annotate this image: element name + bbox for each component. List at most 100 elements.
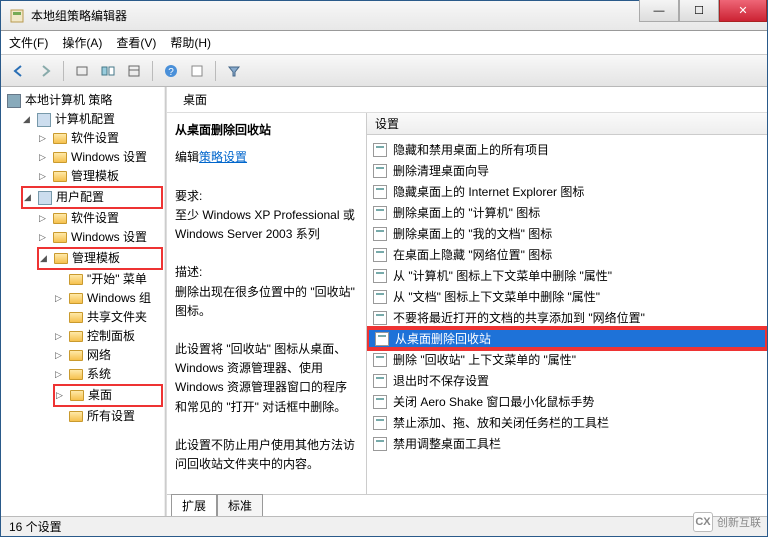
status-bar: 16 个设置: [1, 516, 767, 536]
tree-admin-templates-2[interactable]: ◢管理模板: [37, 247, 163, 270]
setting-item[interactable]: 删除清理桌面向导: [367, 160, 767, 181]
requirements-text: 至少 Windows XP Professional 或 Windows Ser…: [175, 206, 358, 244]
tree-windows-settings[interactable]: ▷Windows 设置: [37, 148, 163, 167]
folder-icon: [69, 350, 83, 361]
expand-icon: ▷: [39, 209, 49, 228]
setting-label: 不要将最近打开的文档的共享添加到 "网络位置": [393, 309, 645, 326]
description-text-2: 此设置将 "回收站" 图标从桌面、Windows 资源管理器、使用 Window…: [175, 340, 358, 417]
setting-item[interactable]: 从桌面删除回收站: [367, 328, 767, 349]
setting-item[interactable]: 不要将最近打开的文档的共享添加到 "网络位置": [367, 307, 767, 328]
description-pane: 从桌面删除回收站 编辑策略设置 要求: 至少 Windows XP Profes…: [167, 113, 367, 494]
setting-icon: [373, 416, 387, 430]
folder-icon: [69, 293, 83, 304]
folder-icon: [69, 369, 83, 380]
tree-control-panel[interactable]: ▷控制面板: [53, 327, 163, 346]
label: 所有设置: [87, 407, 135, 426]
expand-icon: ◢: [24, 188, 34, 207]
label: Windows 设置: [71, 228, 147, 247]
tree-system[interactable]: ▷系统: [53, 365, 163, 384]
tree-windows-group[interactable]: ▷Windows 组: [53, 289, 163, 308]
menu-view[interactable]: 查看(V): [116, 34, 156, 51]
tree-all-settings[interactable]: 所有设置: [53, 407, 163, 426]
setting-item[interactable]: 从 "计算机" 图标上下文菜单中删除 "属性": [367, 265, 767, 286]
tree-computer-config[interactable]: ◢计算机配置: [21, 110, 163, 129]
status-text: 16 个设置: [9, 518, 62, 535]
requirements-label: 要求:: [175, 187, 358, 206]
tree-desktop[interactable]: ▷桌面: [53, 384, 163, 407]
folder-icon: [53, 171, 67, 182]
tree-admin-templates[interactable]: ▷ 管理模板: [37, 167, 163, 186]
tree-shared-folders[interactable]: 共享文件夹: [53, 308, 163, 327]
folder-icon: [69, 312, 83, 323]
folder-icon: [53, 152, 67, 163]
tree-software-settings-2[interactable]: ▷软件设置: [37, 209, 163, 228]
setting-item[interactable]: 禁止添加、拖、放和关闭任务栏的工具栏: [367, 412, 767, 433]
edit-policy-link[interactable]: 策略设置: [199, 150, 247, 164]
watermark-logo: CX: [693, 512, 713, 532]
setting-item[interactable]: 禁用调整桌面工具栏: [367, 433, 767, 454]
expand-icon: ▷: [55, 346, 65, 365]
setting-label: 从 "文档" 图标上下文菜单中删除 "属性": [393, 288, 600, 305]
setting-item[interactable]: 隐藏和禁用桌面上的所有项目: [367, 139, 767, 160]
forward-button[interactable]: [33, 59, 57, 83]
label: 软件设置: [71, 129, 119, 148]
setting-item[interactable]: 删除桌面上的 "计算机" 图标: [367, 202, 767, 223]
tree-software-settings[interactable]: ▷ 软件设置: [37, 129, 163, 148]
settings-column-header[interactable]: 设置: [367, 113, 767, 135]
setting-icon: [373, 269, 387, 283]
svg-text:?: ?: [168, 67, 174, 78]
setting-item[interactable]: 从 "文档" 图标上下文菜单中删除 "属性": [367, 286, 767, 307]
close-button[interactable]: ✕: [719, 0, 767, 22]
setting-item[interactable]: 隐藏桌面上的 Internet Explorer 图标: [367, 181, 767, 202]
label: 管理模板: [71, 167, 119, 186]
toolbar-icon-3[interactable]: [122, 59, 146, 83]
tree-start-menu[interactable]: "开始" 菜单: [53, 270, 163, 289]
toolbar-icon-4[interactable]: [185, 59, 209, 83]
expand-icon: ▷: [39, 167, 49, 186]
setting-icon: [373, 227, 387, 241]
tree-user-config[interactable]: ◢用户配置: [21, 186, 163, 209]
tree-windows-settings-2[interactable]: ▷Windows 设置: [37, 228, 163, 247]
expand-icon: ▷: [55, 327, 65, 346]
folder-icon: [53, 133, 67, 144]
back-button[interactable]: [7, 59, 31, 83]
tree-root[interactable]: 本地计算机 策略: [5, 91, 163, 110]
header-label: 桌面: [183, 91, 207, 108]
maximize-button[interactable]: ☐: [679, 0, 719, 22]
menu-help[interactable]: 帮助(H): [170, 34, 211, 51]
expand-icon: ▷: [39, 129, 49, 148]
folder-icon: [53, 232, 67, 243]
app-icon: [9, 8, 25, 24]
toolbar-icon-2[interactable]: [96, 59, 120, 83]
setting-icon: [373, 395, 387, 409]
expand-icon: ◢: [23, 110, 33, 129]
folder-icon: [69, 331, 83, 342]
filter-icon[interactable]: [222, 59, 246, 83]
description-text-3: 此设置不防止用户使用其他方法访问回收站文件夹中的内容。: [175, 436, 358, 474]
setting-icon: [373, 206, 387, 220]
separator: [63, 61, 64, 81]
setting-item[interactable]: 删除 "回收站" 上下文菜单的 "属性": [367, 349, 767, 370]
minimize-button[interactable]: —: [639, 0, 679, 22]
menu-action[interactable]: 操作(A): [62, 34, 102, 51]
description-label: 描述:: [175, 263, 358, 282]
right-header: 桌面: [167, 87, 767, 113]
setting-item[interactable]: 在桌面上隐藏 "网络位置" 图标: [367, 244, 767, 265]
view-tabs: 扩展 标准: [167, 494, 767, 516]
tab-extended[interactable]: 扩展: [171, 494, 217, 516]
tab-standard[interactable]: 标准: [217, 494, 263, 516]
window-title: 本地组策略编辑器: [31, 7, 639, 24]
setting-item[interactable]: 关闭 Aero Shake 窗口最小化鼠标手势: [367, 391, 767, 412]
help-icon[interactable]: ?: [159, 59, 183, 83]
user-icon: [38, 191, 52, 205]
expand-icon: ◢: [40, 249, 50, 268]
setting-label: 删除清理桌面向导: [393, 162, 489, 179]
setting-item[interactable]: 退出时不保存设置: [367, 370, 767, 391]
tree-network[interactable]: ▷网络: [53, 346, 163, 365]
menu-file[interactable]: 文件(F): [9, 34, 48, 51]
setting-item[interactable]: 删除桌面上的 "我的文档" 图标: [367, 223, 767, 244]
toolbar: ?: [1, 55, 767, 87]
toolbar-icon-1[interactable]: [70, 59, 94, 83]
label: Windows 组: [87, 289, 151, 308]
setting-label: 在桌面上隐藏 "网络位置" 图标: [393, 246, 552, 263]
